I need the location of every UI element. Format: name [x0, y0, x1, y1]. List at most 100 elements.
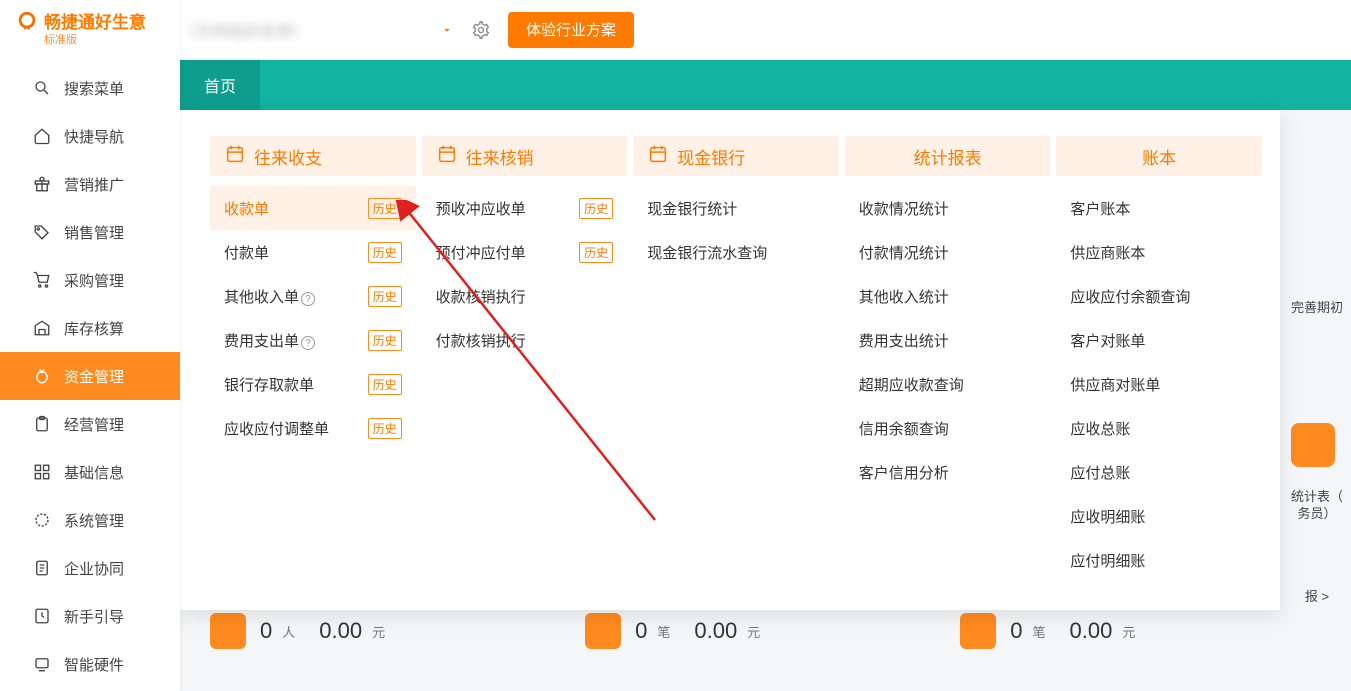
menu-item-0-0[interactable]: 收款单历史 — [210, 186, 416, 230]
sidebar-item-label: 基础信息 — [64, 462, 124, 483]
stat-count-unit: 笔 — [1032, 622, 1045, 641]
menu-item-4-8[interactable]: 应付明细账 — [1056, 538, 1262, 582]
menu-item-3-5[interactable]: 信用余额查询 — [845, 406, 1051, 450]
top-header: （示例组织名称） 体验行业方案 — [0, 0, 1351, 60]
history-badge[interactable]: 历史 — [368, 330, 402, 351]
sidebar: 畅捷通好生意 标准版 搜索菜单快捷导航营销推广销售管理采购管理库存核算资金管理经… — [0, 0, 180, 691]
sidebar-item-4[interactable]: 采购管理 — [0, 256, 180, 304]
col-title: 现金银行 — [677, 144, 745, 169]
help-icon[interactable]: ? — [301, 336, 315, 350]
sidebar-item-0[interactable]: 搜索菜单 — [0, 64, 180, 112]
megamenu-col-0: 往来收支收款单历史付款单历史其他收入单?历史费用支出单?历史银行存取款单历史应收… — [210, 136, 416, 600]
menu-item-1-0[interactable]: 预收冲应收单历史 — [422, 186, 628, 230]
right-widget-icon[interactable] — [1291, 423, 1335, 467]
menu-item-4-6[interactable]: 应付总账 — [1056, 450, 1262, 494]
sidebar-item-6[interactable]: 资金管理 — [0, 352, 180, 400]
menu-item-0-3[interactable]: 费用支出单?历史 — [210, 318, 416, 362]
menu-item-3-3[interactable]: 费用支出统计 — [845, 318, 1051, 362]
menu-item-label: 应付明细账 — [1070, 550, 1145, 571]
menu-item-4-0[interactable]: 客户账本 — [1056, 186, 1262, 230]
col-title: 统计报表 — [914, 144, 982, 169]
stat-count-unit: 笔 — [657, 622, 670, 641]
menu-item-4-4[interactable]: 供应商对账单 — [1056, 362, 1262, 406]
megamenu-col-2: 现金银行现金银行统计现金银行流水查询 — [633, 136, 839, 600]
history-badge[interactable]: 历史 — [368, 242, 402, 263]
menu-item-1-3[interactable]: 付款核销执行 — [422, 318, 628, 362]
menu-item-0-2[interactable]: 其他收入单?历史 — [210, 274, 416, 318]
history-badge[interactable]: 历史 — [579, 242, 613, 263]
menu-item-1-2[interactable]: 收款核销执行 — [422, 274, 628, 318]
right-text-2: 统计表（务员） — [1291, 489, 1343, 523]
tag-icon — [32, 222, 52, 242]
stat-amount: 0.00 — [319, 618, 362, 644]
sidebar-item-label: 搜索菜单 — [64, 78, 124, 99]
menu-item-2-1[interactable]: 现金银行流水查询 — [633, 230, 839, 274]
tabbar: 首页 — [180, 60, 1351, 110]
sidebar-item-5[interactable]: 库存核算 — [0, 304, 180, 352]
megamenu-col-head: 统计报表 — [845, 136, 1051, 176]
menu-item-4-5[interactable]: 应收总账 — [1056, 406, 1262, 450]
menu-item-3-2[interactable]: 其他收入统计 — [845, 274, 1051, 318]
help-icon[interactable]: ? — [301, 292, 315, 306]
sidebar-item-2[interactable]: 营销推广 — [0, 160, 180, 208]
megamenu-col-4: 账本客户账本供应商账本应收应付余额查询客户对账单供应商对账单应收总账应付总账应收… — [1056, 136, 1262, 600]
money-bag-icon — [32, 366, 52, 386]
stat-count-unit: 人 — [282, 622, 295, 641]
sidebar-item-1[interactable]: 快捷导航 — [0, 112, 180, 160]
menu-item-label: 收款情况统计 — [859, 198, 949, 219]
right-text-1: 完善期初 — [1291, 300, 1343, 317]
history-badge[interactable]: 历史 — [579, 198, 613, 219]
warehouse-icon — [32, 318, 52, 338]
menu-item-3-0[interactable]: 收款情况统计 — [845, 186, 1051, 230]
cart-icon — [32, 270, 52, 290]
history-badge[interactable]: 历史 — [368, 286, 402, 307]
gear-icon[interactable] — [466, 15, 496, 45]
org-name[interactable]: （示例组织名称） — [180, 18, 430, 42]
sidebar-item-11[interactable]: 新手引导 — [0, 592, 180, 640]
menu-item-2-0[interactable]: 现金银行统计 — [633, 186, 839, 230]
sidebar-item-9[interactable]: 系统管理 — [0, 496, 180, 544]
menu-item-4-1[interactable]: 供应商账本 — [1056, 230, 1262, 274]
sidebar-item-label: 智能硬件 — [64, 654, 124, 675]
sidebar-item-10[interactable]: 企业协同 — [0, 544, 180, 592]
menu-item-4-3[interactable]: 客户对账单 — [1056, 318, 1262, 362]
menu-item-3-1[interactable]: 付款情况统计 — [845, 230, 1051, 274]
menu-item-4-7[interactable]: 应收明细账 — [1056, 494, 1262, 538]
menu-item-label: 供应商账本 — [1070, 242, 1145, 263]
menu-item-3-4[interactable]: 超期应收款查询 — [845, 362, 1051, 406]
device-icon — [32, 654, 52, 674]
col-title: 往来核销 — [466, 144, 534, 169]
history-badge[interactable]: 历史 — [368, 418, 402, 439]
chevron-down-icon[interactable] — [438, 21, 456, 39]
stat-amount: 0.00 — [1069, 618, 1112, 644]
history-badge[interactable]: 历史 — [368, 374, 402, 395]
menu-item-0-5[interactable]: 应收应付调整单历史 — [210, 406, 416, 450]
menu-item-1-1[interactable]: 预付冲应付单历史 — [422, 230, 628, 274]
logo-icon — [16, 10, 38, 32]
sidebar-item-label: 经营管理 — [64, 414, 124, 435]
sidebar-item-label: 系统管理 — [64, 510, 124, 531]
menu-item-3-6[interactable]: 客户信用分析 — [845, 450, 1051, 494]
sidebar-item-8[interactable]: 基础信息 — [0, 448, 180, 496]
logo-area: 畅捷通好生意 标准版 — [0, 0, 180, 58]
sidebar-item-3[interactable]: 销售管理 — [0, 208, 180, 256]
search-icon — [32, 78, 52, 98]
menu-item-0-4[interactable]: 银行存取款单历史 — [210, 362, 416, 406]
gear-dashed-icon — [32, 510, 52, 530]
menu-item-label: 付款情况统计 — [859, 242, 949, 263]
menu-item-label: 客户账本 — [1070, 198, 1130, 219]
history-badge[interactable]: 历史 — [368, 198, 402, 219]
stat-amount-unit: 元 — [747, 622, 760, 641]
cta-button[interactable]: 体验行业方案 — [508, 12, 634, 48]
sidebar-item-12[interactable]: 智能硬件 — [0, 640, 180, 688]
tab-home[interactable]: 首页 — [180, 60, 260, 110]
doc-icon — [32, 558, 52, 578]
stat-count: 0 — [260, 618, 272, 644]
menu-item-4-2[interactable]: 应收应付余额查询 — [1056, 274, 1262, 318]
megamenu-col-head: 账本 — [1056, 136, 1262, 176]
stat-amount: 0.00 — [694, 618, 737, 644]
doc-icon — [224, 143, 246, 170]
menu-item-label: 供应商对账单 — [1070, 374, 1160, 395]
menu-item-0-1[interactable]: 付款单历史 — [210, 230, 416, 274]
sidebar-item-7[interactable]: 经营管理 — [0, 400, 180, 448]
